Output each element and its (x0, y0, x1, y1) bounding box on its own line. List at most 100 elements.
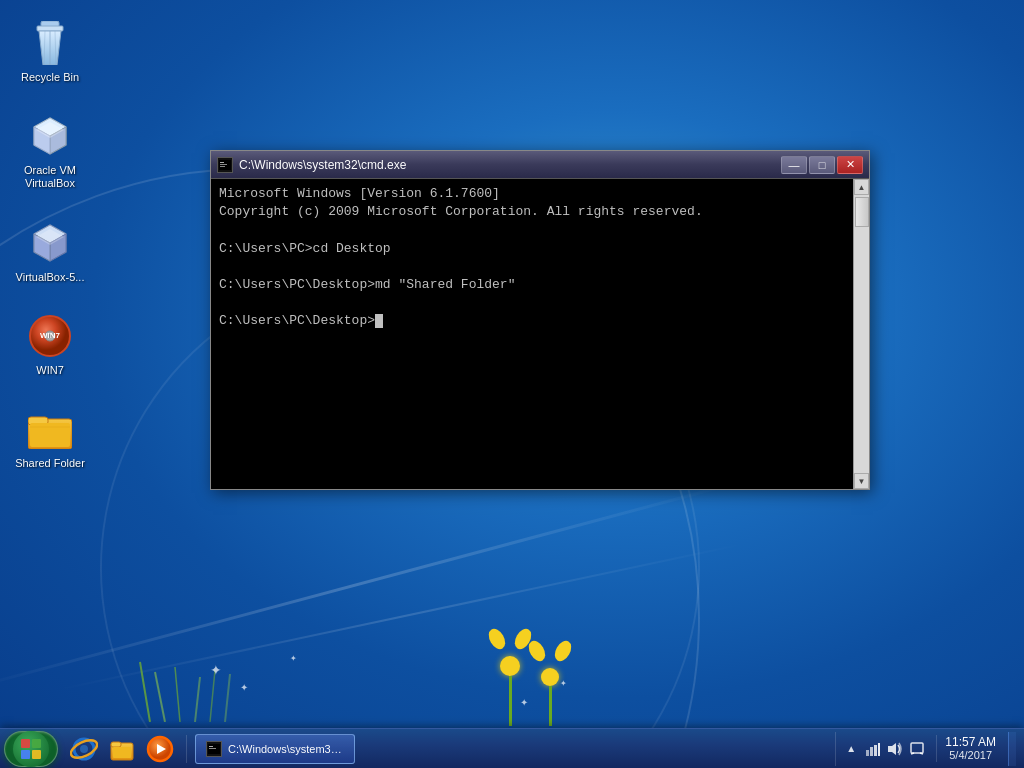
svg-rect-42 (111, 742, 121, 747)
svg-rect-36 (21, 750, 30, 759)
taskbar-ie-icon[interactable] (66, 732, 102, 766)
volume-icon-svg (887, 742, 903, 756)
oracle-vm-label: Oracle VM VirtualBox (14, 164, 86, 190)
cmd-line-8: C:\Users\PC\Desktop> (219, 312, 845, 330)
taskbar-tasks-area: C:\Windows\system32... (191, 734, 827, 764)
svg-marker-54 (888, 743, 896, 755)
cmd-window: C:\Windows\system32\cmd.exe — □ ✕ Micros… (210, 150, 870, 490)
cmd-content[interactable]: Microsoft Windows [Version 6.1.7600] Cop… (211, 179, 853, 489)
taskbar-cmd-icon-svg (208, 744, 220, 754)
recycle-bin-icon[interactable]: Recycle Bin (10, 15, 90, 88)
win7-svg: WIN7 (28, 314, 72, 358)
svg-rect-51 (870, 747, 873, 756)
bg-swirl-line-1 (0, 482, 737, 692)
taskbar-cmd-task-icon (206, 741, 222, 757)
taskbar-pinned-area (62, 732, 182, 766)
start-button[interactable] (4, 731, 58, 767)
svg-text:WIN7: WIN7 (40, 331, 61, 340)
explorer-icon-svg (108, 735, 136, 763)
taskbar-cmd-task[interactable]: C:\Windows\system32... (195, 734, 355, 764)
taskbar-separator-1 (186, 735, 187, 763)
svg-rect-49 (209, 748, 216, 749)
cmd-body: Microsoft Windows [Version 6.1.7600] Cop… (211, 179, 869, 489)
cmd-line-4: C:\Users\PC>cd Desktop (219, 240, 845, 258)
cmd-minimize-button[interactable]: — (781, 156, 807, 174)
virtualbox5-icon[interactable]: VirtualBox-5... (10, 215, 90, 288)
cmd-line-5 (219, 258, 845, 276)
svg-line-5 (225, 674, 230, 722)
svg-point-40 (80, 745, 88, 753)
scrollbar-track[interactable] (854, 195, 869, 473)
tray-expand-icon[interactable]: ▲ (842, 740, 860, 758)
scrollbar-down-button[interactable]: ▼ (854, 473, 869, 489)
svg-rect-52 (874, 745, 877, 756)
virtualbox5-svg (28, 221, 72, 265)
clock-area[interactable]: 11:57 AM 5/4/2017 (936, 735, 1004, 763)
shared-folder-svg (28, 409, 72, 449)
cmd-scrollbar[interactable]: ▲ ▼ (853, 179, 869, 489)
taskbar: C:\Windows\system32... ▲ (0, 728, 1024, 768)
svg-line-57 (920, 753, 923, 754)
taskbar-media-icon[interactable] (142, 732, 178, 766)
virtualbox5-image (26, 219, 74, 267)
recycle-bin-svg (30, 21, 70, 65)
tray-network-icon[interactable] (864, 740, 882, 758)
virtualbox5-label: VirtualBox-5... (16, 271, 85, 284)
win7-icon[interactable]: WIN7 WIN7 (10, 308, 90, 381)
desktop: ✦ ✦ ✦ ✦ ✦ (0, 0, 1024, 768)
svg-line-2 (175, 667, 180, 722)
cmd-line-7 (219, 294, 845, 312)
grass-decor-area (130, 642, 330, 726)
svg-rect-31 (220, 162, 224, 163)
windows-logo (20, 738, 42, 760)
svg-rect-48 (209, 746, 213, 747)
flower-decoration-1 (490, 624, 530, 726)
cmd-title-icon (217, 157, 233, 173)
shared-folder-image (26, 405, 74, 453)
tray-volume-icon[interactable] (886, 740, 904, 758)
svg-rect-34 (21, 739, 30, 748)
taskbar-explorer-icon[interactable] (104, 732, 140, 766)
svg-line-3 (195, 677, 200, 722)
recycle-bin-label: Recycle Bin (21, 71, 79, 84)
grass-svg (130, 642, 330, 722)
svg-line-4 (210, 670, 215, 722)
cmd-icon-svg (219, 160, 231, 170)
action-center-icon-svg (910, 742, 924, 756)
shared-folder-label: Shared Folder (15, 457, 85, 470)
start-orb (13, 731, 49, 767)
clock-date: 5/4/2017 (949, 749, 992, 762)
cmd-titlebar[interactable]: C:\Windows\system32\cmd.exe — □ ✕ (211, 151, 869, 179)
svg-rect-37 (32, 750, 41, 759)
win7-label: WIN7 (36, 364, 64, 377)
system-tray: ▲ (835, 732, 932, 766)
shared-folder-icon[interactable]: Shared Folder (10, 401, 90, 474)
cmd-line-1: Microsoft Windows [Version 6.1.7600] (219, 185, 845, 203)
svg-line-56 (911, 753, 914, 754)
svg-rect-50 (866, 750, 869, 756)
svg-rect-32 (220, 164, 227, 165)
oracle-vm-image (26, 112, 74, 160)
svg-rect-35 (32, 739, 41, 748)
cmd-close-button[interactable]: ✕ (837, 156, 863, 174)
svg-rect-28 (30, 423, 70, 447)
recycle-bin-image (26, 19, 74, 67)
oracle-vm-svg (28, 114, 72, 158)
show-desktop-button[interactable] (1008, 732, 1016, 766)
cmd-window-buttons: — □ ✕ (781, 156, 863, 174)
tray-action-center-icon[interactable] (908, 740, 926, 758)
clock-time: 11:57 AM (945, 735, 996, 749)
scrollbar-up-button[interactable]: ▲ (854, 179, 869, 195)
taskbar-right-area: ▲ (827, 732, 1024, 766)
svg-rect-53 (878, 743, 880, 756)
cmd-line-6: C:\Users\PC\Desktop>md "Shared Folder" (219, 276, 845, 294)
oracle-vm-icon[interactable]: Oracle VM VirtualBox (10, 108, 90, 194)
desktop-icons-area: Recycle Bin Oracle VM VirtualBox (0, 10, 100, 479)
taskbar-cmd-task-label: C:\Windows\system32... (228, 743, 344, 755)
cmd-cursor (375, 314, 383, 328)
network-icon-svg (865, 742, 881, 756)
svg-rect-33 (220, 166, 225, 167)
cmd-line-2: Copyright (c) 2009 Microsoft Corporation… (219, 203, 845, 221)
scrollbar-thumb[interactable] (855, 197, 869, 227)
cmd-maximize-button[interactable]: □ (809, 156, 835, 174)
